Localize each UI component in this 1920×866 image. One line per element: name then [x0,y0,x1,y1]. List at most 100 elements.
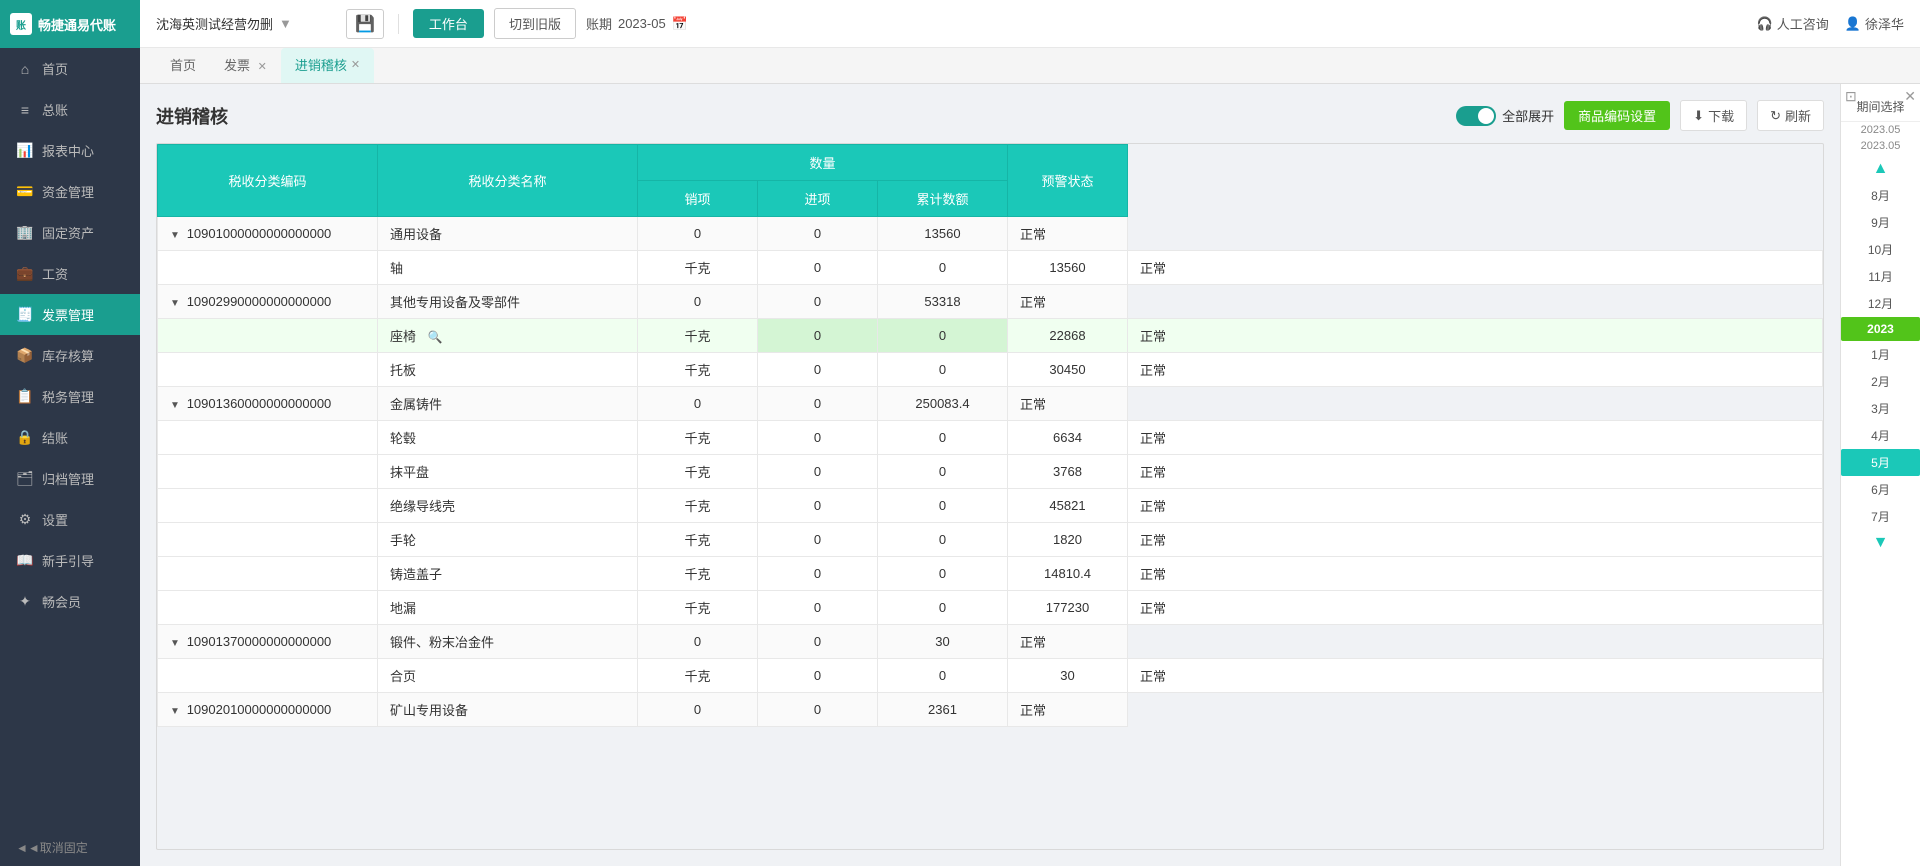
cell-name: 通用设备 [378,217,638,251]
month-1[interactable]: 1月 [1841,341,1920,368]
expand-panel-icon[interactable]: ⊡ [1845,88,1857,105]
tab-invoice[interactable]: 发票 ✕ [210,48,281,83]
page-actions: 全部展开 商品编码设置 ⬇ 下载 ↻ 刷新 [1456,100,1824,131]
tab-reconcile-label: 进销稽核 [295,55,347,74]
gear-icon: ⚙ [16,511,34,528]
month-7[interactable]: 7月 [1841,503,1920,530]
cell-name: 手轮 [378,523,638,557]
cell-purchase: 0 [878,523,1008,557]
cell-total: 30 [1008,659,1128,693]
sidebar-item-label: 税务管理 [42,387,94,406]
code-value: 10902990000000000000 [187,294,332,309]
month-8[interactable]: 8月 [1841,182,1920,209]
download-button[interactable]: ⬇ 下载 [1680,100,1747,131]
toggle-switch[interactable] [1456,106,1496,126]
sidebar-item-label: 报表中心 [42,141,94,160]
cell-sales: 0 [758,557,878,591]
sidebar-item-guide[interactable]: 📖 新手引导 [0,540,140,581]
sidebar-item-label: 总账 [42,100,68,119]
save-draft-button[interactable]: 💾 [346,9,384,39]
tree-arrow-icon[interactable]: ▼ [170,230,183,241]
month-2[interactable]: 2月 [1841,368,1920,395]
sidebar-item-archive[interactable]: 🗂 归档管理 [0,458,140,499]
sidebar-item-ledger[interactable]: ≡ 总账 [0,89,140,130]
service-button[interactable]: 🎧 人工咨询 [1757,14,1829,33]
sidebar-item-funds[interactable]: 💳 资金管理 [0,171,140,212]
sidebar-item-settings[interactable]: ⚙ 设置 [0,499,140,540]
month-5[interactable]: 5月 [1841,449,1920,476]
workbench-button[interactable]: 工作台 [413,9,484,38]
tree-arrow-icon[interactable]: ▼ [170,400,183,411]
switch-version-button[interactable]: 切到旧版 [494,8,576,39]
code-value: 10901000000000000000 [187,226,332,241]
tab-reconcile[interactable]: 进销稽核 ✕ [281,48,374,83]
cell-name: 锻件、粉末冶金件 [378,625,638,659]
sidebar-item-payroll[interactable]: 💼 工资 [0,253,140,294]
cell-name: 抹平盘 [378,455,638,489]
close-panel-icon[interactable]: ✕ [1904,88,1916,105]
cell-code: ▼ 10901000000000000000 [158,217,378,251]
sidebar-item-close[interactable]: 🔒 结账 [0,417,140,458]
month-12[interactable]: 12月 [1841,290,1920,317]
cell-name: 金属铸件 [378,387,638,421]
cell-purchase: 0 [878,659,1008,693]
tab-home[interactable]: 首页 [156,48,210,83]
col-tax-name: 税收分类名称 [378,145,638,217]
cell-total: 45821 [1008,489,1128,523]
refresh-icon: ↻ [1770,108,1781,124]
sidebar-item-inventory[interactable]: 📦 库存核算 [0,335,140,376]
table-row: ▼ 10901000000000000000 通用设备 0 0 13560 正常 [158,217,1823,251]
cell-status: 正常 [1128,251,1823,285]
month-3[interactable]: 3月 [1841,395,1920,422]
cell-total: 13560 [878,217,1008,251]
cell-status: 正常 [1128,455,1823,489]
tree-arrow-icon[interactable]: ▼ [170,638,183,649]
cell-sales: 0 [638,387,758,421]
tree-arrow-icon[interactable]: ▼ [170,706,183,717]
unpin-button[interactable]: ◄◄取消固定 [0,829,140,866]
sidebar-item-invoice[interactable]: 🧾 发票管理 [0,294,140,335]
scroll-up-icon[interactable]: ▲ [1869,156,1893,182]
tree-arrow-icon[interactable]: ▼ [170,298,183,309]
cell-name: 地漏 [378,591,638,625]
cell-total: 14810.4 [1008,557,1128,591]
close-reconcile-tab[interactable]: ✕ [351,58,360,71]
month-4[interactable]: 4月 [1841,422,1920,449]
cell-status: 正常 [1008,625,1128,659]
month-9[interactable]: 9月 [1841,209,1920,236]
cell-sales: 0 [638,625,758,659]
product-code-button[interactable]: 商品编码设置 [1564,101,1670,130]
search-icon[interactable]: 🔍 [428,330,443,344]
table-row: 合页 千克 0 0 30 正常 [158,659,1823,693]
sidebar-item-assets[interactable]: 🏢 固定资产 [0,212,140,253]
cell-name: 轮毂 [378,421,638,455]
scroll-down-icon[interactable]: ▼ [1869,530,1893,556]
cell-unit: 千克 [638,251,758,285]
close-period-icon: 🔒 [16,429,34,446]
refresh-button[interactable]: ↻ 刷新 [1757,100,1824,131]
month-6[interactable]: 6月 [1841,476,1920,503]
month-11[interactable]: 11月 [1841,263,1920,290]
table-row: ▼ 10901370000000000000 锻件、粉末冶金件 0 0 30 正… [158,625,1823,659]
cell-purchase: 0 [758,387,878,421]
sidebar-item-tax[interactable]: 📋 税务管理 [0,376,140,417]
content-area: 进销稽核 全部展开 商品编码设置 ⬇ 下载 ↻ 刷新 [140,84,1920,866]
cell-unit: 千克 [638,353,758,387]
assets-icon: 🏢 [16,224,34,241]
sidebar-item-label: 设置 [42,510,68,529]
cell-sales: 0 [758,659,878,693]
cell-status: 正常 [1128,591,1823,625]
close-invoice-tab[interactable]: ✕ [258,61,267,73]
cell-code: ▼ 10901370000000000000 [158,625,378,659]
period-selector[interactable]: 账期 2023-05 📅 [586,14,688,33]
company-selector[interactable]: 沈海英测试经营勿删 ▼ [156,14,336,33]
month-10[interactable]: 10月 [1841,236,1920,263]
user-profile[interactable]: 👤 徐泽华 [1845,14,1904,33]
expand-all-toggle[interactable]: 全部展开 [1456,106,1554,126]
sidebar-item-reports[interactable]: 📊 报表中心 [0,130,140,171]
cell-name: 绝缘导线壳 [378,489,638,523]
cell-sales: 0 [758,353,878,387]
content-main: 进销稽核 全部展开 商品编码设置 ⬇ 下载 ↻ 刷新 [140,84,1840,866]
sidebar-item-home[interactable]: ⌂ 首页 [0,48,140,89]
sidebar-item-member[interactable]: ✦ 畅会员 [0,581,140,622]
